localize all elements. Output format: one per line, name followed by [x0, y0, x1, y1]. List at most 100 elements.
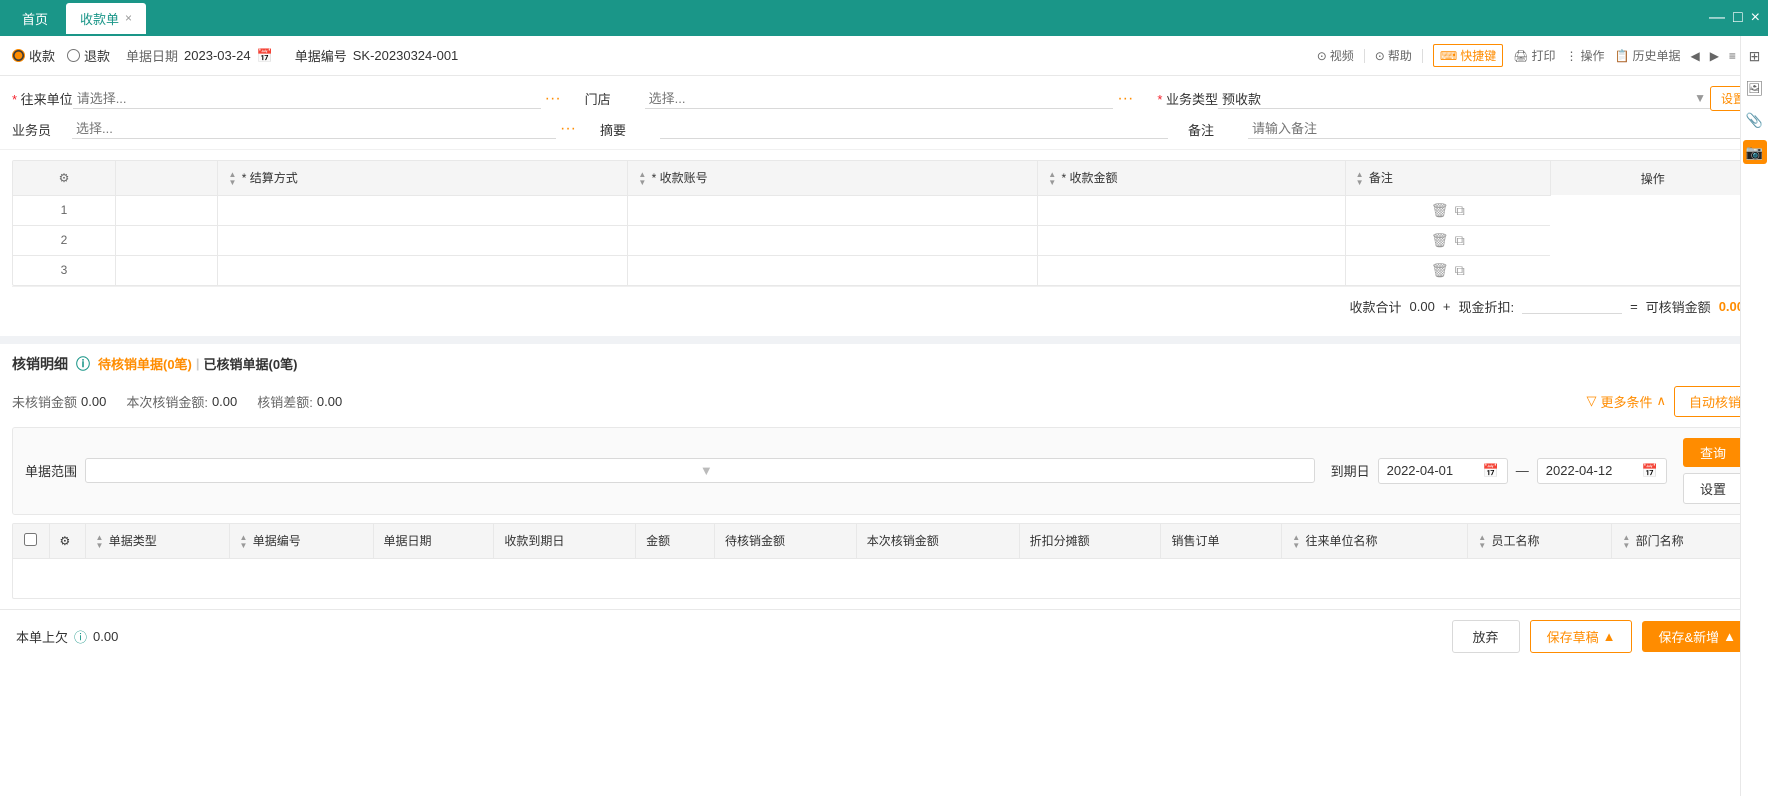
th-settings[interactable]: ⚙ — [13, 161, 115, 195]
form-section: 往来单位 ··· 门店 ··· 业务类型 ▼ 设置 业务员 — [0, 76, 1768, 150]
radio-refund-input[interactable] — [67, 49, 80, 62]
summary-row: 收款合计 0.00 + 现金折扣: = 可核销金额 0.00 — [12, 286, 1756, 326]
delete-icon-1[interactable]: 🗑 — [1431, 202, 1449, 219]
diff-value: 0.00 — [317, 394, 342, 409]
store-input[interactable] — [645, 89, 1114, 109]
th-staff: ▲▼ 员工名称 — [1468, 524, 1612, 558]
save-new-btn[interactable]: 保存&新增 ▲ — [1642, 621, 1752, 652]
doc-range-select[interactable]: ▼ — [85, 458, 1315, 483]
staff-field: 业务员 ··· — [12, 119, 580, 139]
done-tab[interactable]: 已核销单据(0笔) — [204, 354, 298, 373]
query-btn[interactable]: 查询 — [1683, 438, 1743, 467]
nav-next-btn[interactable]: ▶ — [1710, 49, 1719, 63]
delete-icon-2[interactable]: 🗑 — [1431, 232, 1449, 249]
row-remark-2[interactable] — [1038, 225, 1345, 255]
sort-counterparty-icon: ▲▼ — [1292, 534, 1300, 550]
shortcut-btn[interactable]: ⌨ 快捷键 — [1433, 44, 1503, 67]
row-settle-2[interactable] — [115, 225, 217, 255]
row-account-3[interactable] — [218, 255, 628, 285]
tab-home[interactable]: 首页 — [8, 3, 62, 34]
staff-more-btn[interactable]: ··· — [556, 120, 580, 138]
copy-icon-3[interactable]: ⧉ — [1455, 262, 1465, 279]
save-draft-btn[interactable]: 保存草稿 ▲ — [1530, 620, 1633, 653]
row-settle-1[interactable] — [115, 195, 217, 225]
operation-btn[interactable]: ⋮ 操作 — [1565, 47, 1604, 64]
form-row-1: 往来单位 ··· 门店 ··· 业务类型 ▼ 设置 — [12, 86, 1756, 111]
section-divider — [0, 336, 1768, 344]
delete-icon-3[interactable]: 🗑 — [1431, 262, 1449, 279]
window-close-btn[interactable]: × — [1751, 9, 1760, 27]
list-view-btn[interactable]: ≡ — [1729, 49, 1736, 63]
more-filter-btn[interactable]: ▽ 更多条件 ∧ — [1586, 392, 1666, 411]
doc-num-label: 单据编号 — [295, 46, 347, 65]
sidebar-image-icon[interactable]: 🖼 — [1743, 76, 1767, 100]
table-row: 2 🗑 ⧉ — [13, 225, 1755, 255]
date-to-field[interactable] — [1546, 463, 1636, 478]
unverified-stat: 未核销金额 0.00 — [12, 392, 106, 411]
history-btn[interactable]: 📋 历史单据 — [1614, 47, 1680, 64]
copy-icon-2[interactable]: ⧉ — [1455, 232, 1465, 249]
th-checkbox[interactable] — [13, 524, 49, 558]
counterparty-field: 往来单位 ··· — [12, 89, 565, 109]
remark-input[interactable] — [1248, 119, 1756, 139]
tab-active[interactable]: 收款单 × — [66, 3, 146, 34]
sidebar-camera-icon[interactable]: 📷 — [1743, 140, 1767, 164]
row-account-2[interactable] — [218, 225, 628, 255]
print-icon: 🖨 — [1513, 49, 1528, 63]
row-remark-3[interactable] — [1038, 255, 1345, 285]
calendar-icon[interactable]: 📅 — [257, 48, 273, 64]
info-icon[interactable]: ⓘ — [76, 354, 90, 374]
remark-label: 备注 — [1188, 120, 1248, 139]
video-btn[interactable]: ⊙ 视频 — [1317, 47, 1354, 64]
nav-prev-btn[interactable]: ◀ — [1690, 49, 1699, 63]
set-btn[interactable]: 设置 — [1683, 473, 1743, 504]
plus-label: + — [1443, 299, 1451, 314]
row-amount-2[interactable] — [628, 225, 1038, 255]
row-amount-1[interactable] — [628, 195, 1038, 225]
copy-icon-1[interactable]: ⧉ — [1455, 202, 1465, 219]
save-new-arrow-icon[interactable]: ▲ — [1723, 629, 1736, 644]
date-to-icon[interactable]: 📅 — [1642, 463, 1658, 479]
print-btn[interactable]: 🖨 打印 — [1513, 47, 1555, 64]
select-all-checkbox[interactable] — [24, 533, 37, 546]
th-amount-text: 收款金额 — [1069, 171, 1117, 185]
staff-input[interactable] — [72, 119, 556, 139]
row-settle-3[interactable] — [115, 255, 217, 285]
counterparty-input[interactable] — [73, 89, 541, 109]
save-draft-arrow-icon[interactable]: ▲ — [1603, 629, 1616, 644]
store-more-btn[interactable]: ··· — [1113, 90, 1137, 108]
date-from-input[interactable]: 📅 — [1378, 458, 1508, 484]
main-content: 收款 退款 单据日期 2023-03-24 📅 单据编号 SK-20230324… — [0, 36, 1768, 796]
row-account-1[interactable] — [218, 195, 628, 225]
date-from-icon[interactable]: 📅 — [1483, 463, 1499, 479]
date-from-field[interactable] — [1387, 463, 1477, 478]
biztype-input[interactable] — [1222, 91, 1694, 106]
radio-receive-input[interactable] — [12, 49, 25, 62]
footer-info-icon[interactable]: ⓘ — [74, 627, 87, 646]
discard-btn[interactable]: 放弃 — [1452, 620, 1520, 653]
biztype-arrow-icon[interactable]: ▼ — [1694, 91, 1706, 105]
counterparty-more-btn[interactable]: ··· — [541, 90, 565, 108]
biztype-select[interactable]: ▼ — [1218, 89, 1710, 109]
help-btn[interactable]: ⊙ 帮助 — [1375, 47, 1412, 64]
window-min-btn[interactable]: — — [1709, 9, 1725, 27]
row-remark-1[interactable] — [1038, 195, 1345, 225]
diff-stat: 核销差额: 0.00 — [257, 392, 342, 411]
window-max-btn[interactable]: □ — [1733, 9, 1743, 27]
th-num — [115, 161, 217, 195]
tab-bar: 首页 收款单 × — □ × — [0, 0, 1768, 36]
pending-tab[interactable]: 待核销单据(0笔) — [98, 354, 192, 373]
sidebar-table-icon[interactable]: ⊞ — [1743, 44, 1767, 68]
sidebar-clip-icon[interactable]: 📎 — [1743, 108, 1767, 132]
radio-refund[interactable]: 退款 — [67, 46, 110, 65]
summary-input[interactable] — [660, 119, 1168, 139]
date-to-input[interactable]: 📅 — [1537, 458, 1667, 484]
tab-close-icon[interactable]: × — [125, 11, 132, 25]
current-verify-label: 本次核销金额: — [126, 392, 208, 411]
tab-links: 待核销单据(0笔) | 已核销单据(0笔) — [98, 354, 297, 373]
row-amount-3[interactable] — [628, 255, 1038, 285]
discount-input[interactable] — [1522, 298, 1622, 314]
radio-receive[interactable]: 收款 — [12, 46, 55, 65]
th-settings-2[interactable]: ⚙ — [49, 524, 85, 558]
query-row: 单据范围 ▼ 到期日 📅 — 📅 查询 设 — [12, 427, 1756, 515]
